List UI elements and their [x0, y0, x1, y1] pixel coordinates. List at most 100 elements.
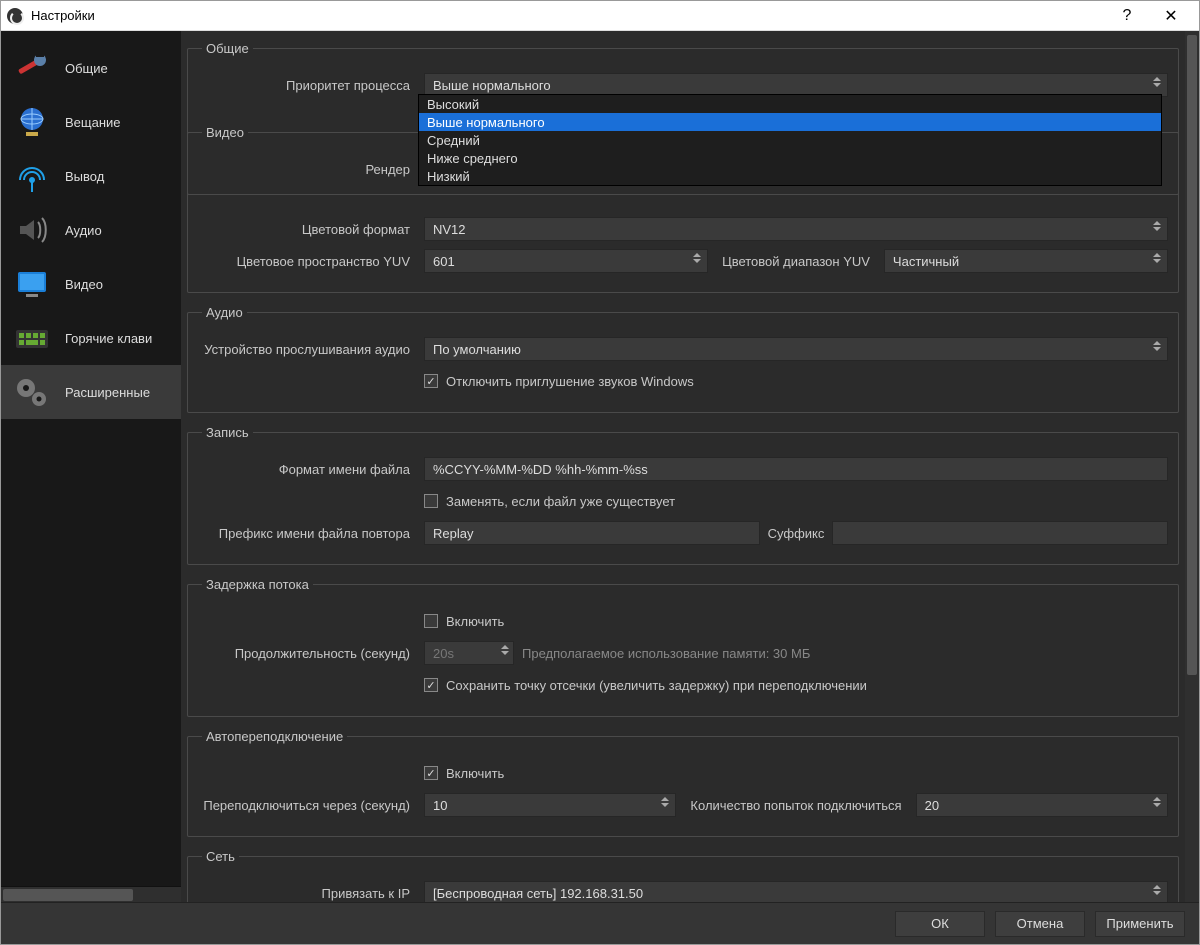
monitor-icon [9, 264, 55, 304]
group-network: Сеть Привязать к IP [Беспроводная сеть] … [187, 849, 1179, 902]
checkbox-icon: ✓ [424, 374, 438, 388]
bind-ip-label: Привязать к IP [198, 886, 416, 901]
monitor-device-combo[interactable]: По умолчанию [424, 337, 1168, 361]
sidebar-item-output[interactable]: Вывод [1, 149, 181, 203]
dropdown-item[interactable]: Высокий [419, 95, 1161, 113]
reconnect-retry-spin[interactable]: 10 [424, 793, 676, 817]
group-audio: Аудио Устройство прослушивания аудио По … [187, 305, 1179, 413]
group-legend: Задержка потока [202, 577, 313, 592]
chevron-updown-icon [1153, 253, 1161, 263]
combo-value: NV12 [433, 222, 466, 237]
app-icon [7, 8, 23, 24]
gears-icon [9, 372, 55, 412]
group-reconnect: Автопереподключение ✓ Включить Переподкл… [187, 729, 1179, 837]
yuv-space-combo[interactable]: 601 [424, 249, 708, 273]
group-legend: Сеть [202, 849, 239, 864]
sidebar-hscrollbar[interactable] [1, 886, 181, 902]
wrench-icon [9, 48, 55, 88]
chevron-updown-icon [1153, 77, 1161, 87]
spin-value: 20s [433, 646, 454, 661]
disable-ducking-checkbox[interactable]: ✓ Отключить приглушение звуков Windows [424, 374, 694, 389]
sidebar-item-video[interactable]: Видео [1, 257, 181, 311]
apply-button[interactable]: Применить [1095, 911, 1185, 937]
chevron-updown-icon [1153, 797, 1161, 807]
reconnect-enable-checkbox[interactable]: ✓ Включить [424, 766, 504, 781]
group-legend: Общие [202, 41, 253, 56]
cancel-button[interactable]: Отмена [995, 911, 1085, 937]
filename-format-input[interactable]: %CCYY-%MM-%DD %hh-%mm-%ss [424, 457, 1168, 481]
reconnect-attempts-spin[interactable]: 20 [916, 793, 1168, 817]
titlebar: Настройки ? ✕ [1, 1, 1199, 31]
ok-button[interactable]: ОК [895, 911, 985, 937]
sidebar-item-label: Аудио [65, 223, 102, 238]
main-panel: Общие Приоритет процесса Выше нормальног… [181, 31, 1199, 902]
help-button[interactable]: ? [1105, 2, 1149, 30]
monitor-device-label: Устройство прослушивания аудио [198, 342, 416, 357]
priority-label: Приоритет процесса [198, 78, 416, 93]
chevron-updown-icon [1153, 885, 1161, 895]
combo-value: Выше нормального [433, 78, 551, 93]
group-legend: Аудио [202, 305, 247, 320]
close-button[interactable]: ✕ [1149, 2, 1193, 30]
group-legend: Запись [202, 425, 253, 440]
sidebar-item-hotkeys[interactable]: Горячие клави [1, 311, 181, 365]
delay-memory-label: Предполагаемое использование памяти: 30 … [522, 646, 810, 661]
group-stream-delay: Задержка потока Включить Продолжительнос… [187, 577, 1179, 717]
replay-prefix-label: Префикс имени файла повтора [198, 526, 416, 541]
checkbox-icon: ✓ [424, 766, 438, 780]
group-legend: Видео [202, 125, 248, 140]
priority-dropdown-list[interactable]: Высокий Выше нормального Средний Ниже ср… [418, 94, 1162, 186]
sidebar-item-label: Расширенные [65, 385, 150, 400]
renderer-label: Рендер [198, 162, 416, 177]
chevron-updown-icon [501, 645, 509, 655]
window-title: Настройки [31, 8, 95, 23]
input-value: Replay [433, 526, 473, 541]
overwrite-checkbox[interactable]: Заменять, если файл уже существует [424, 494, 675, 509]
dropdown-item[interactable]: Средний [419, 131, 1161, 149]
dropdown-item[interactable]: Выше нормального [419, 113, 1161, 131]
checkbox-label: Сохранить точку отсечки (увеличить задер… [446, 678, 867, 693]
sidebar-item-label: Общие [65, 61, 108, 76]
settings-window: Настройки ? ✕ Общие Вещание В [0, 0, 1200, 945]
checkbox-label: Включить [446, 614, 504, 629]
main-vscrollbar[interactable] [1185, 31, 1199, 902]
delay-duration-spin[interactable]: 20s [424, 641, 514, 665]
checkbox-icon [424, 614, 438, 628]
dropdown-item[interactable]: Низкий [419, 167, 1161, 185]
checkbox-icon [424, 494, 438, 508]
yuv-space-label: Цветовое пространство YUV [198, 254, 416, 269]
replay-suffix-label: Суффикс [768, 526, 825, 541]
yuv-range-combo[interactable]: Частичный [884, 249, 1168, 273]
sidebar-item-label: Видео [65, 277, 103, 292]
input-value: %CCYY-%MM-%DD %hh-%mm-%ss [433, 462, 648, 477]
checkbox-label: Заменять, если файл уже существует [446, 494, 675, 509]
sidebar-item-label: Горячие клави [65, 331, 152, 346]
delay-duration-label: Продолжительность (секунд) [198, 646, 416, 661]
chevron-updown-icon [1153, 221, 1161, 231]
checkbox-label: Отключить приглушение звуков Windows [446, 374, 694, 389]
sidebar-item-label: Вещание [65, 115, 121, 130]
reconnect-attempts-label: Количество попыток подключиться [690, 798, 901, 813]
bind-ip-combo[interactable]: [Беспроводная сеть] 192.168.31.50 [424, 881, 1168, 902]
reconnect-retry-label: Переподключиться через (секунд) [198, 798, 416, 813]
sidebar-item-audio[interactable]: Аудио [1, 203, 181, 257]
delay-preserve-checkbox[interactable]: ✓ Сохранить точку отсечки (увеличить зад… [424, 678, 867, 693]
chevron-updown-icon [693, 253, 701, 263]
color-format-label: Цветовой формат [198, 222, 416, 237]
chevron-updown-icon [661, 797, 669, 807]
chevron-updown-icon [1153, 341, 1161, 351]
spin-value: 20 [925, 798, 939, 813]
dialog-footer: ОК Отмена Применить [1, 902, 1199, 944]
replay-prefix-input[interactable]: Replay [424, 521, 760, 545]
sidebar-item-advanced[interactable]: Расширенные [1, 365, 181, 419]
color-format-combo[interactable]: NV12 [424, 217, 1168, 241]
checkbox-icon: ✓ [424, 678, 438, 692]
replay-suffix-input[interactable] [832, 521, 1168, 545]
sidebar: Общие Вещание Вывод Аудио [1, 31, 181, 902]
group-recording: Запись Формат имени файла %CCYY-%MM-%DD … [187, 425, 1179, 565]
dropdown-item[interactable]: Ниже среднего [419, 149, 1161, 167]
sidebar-item-stream[interactable]: Вещание [1, 95, 181, 149]
checkbox-label: Включить [446, 766, 504, 781]
delay-enable-checkbox[interactable]: Включить [424, 614, 504, 629]
sidebar-item-general[interactable]: Общие [1, 41, 181, 95]
